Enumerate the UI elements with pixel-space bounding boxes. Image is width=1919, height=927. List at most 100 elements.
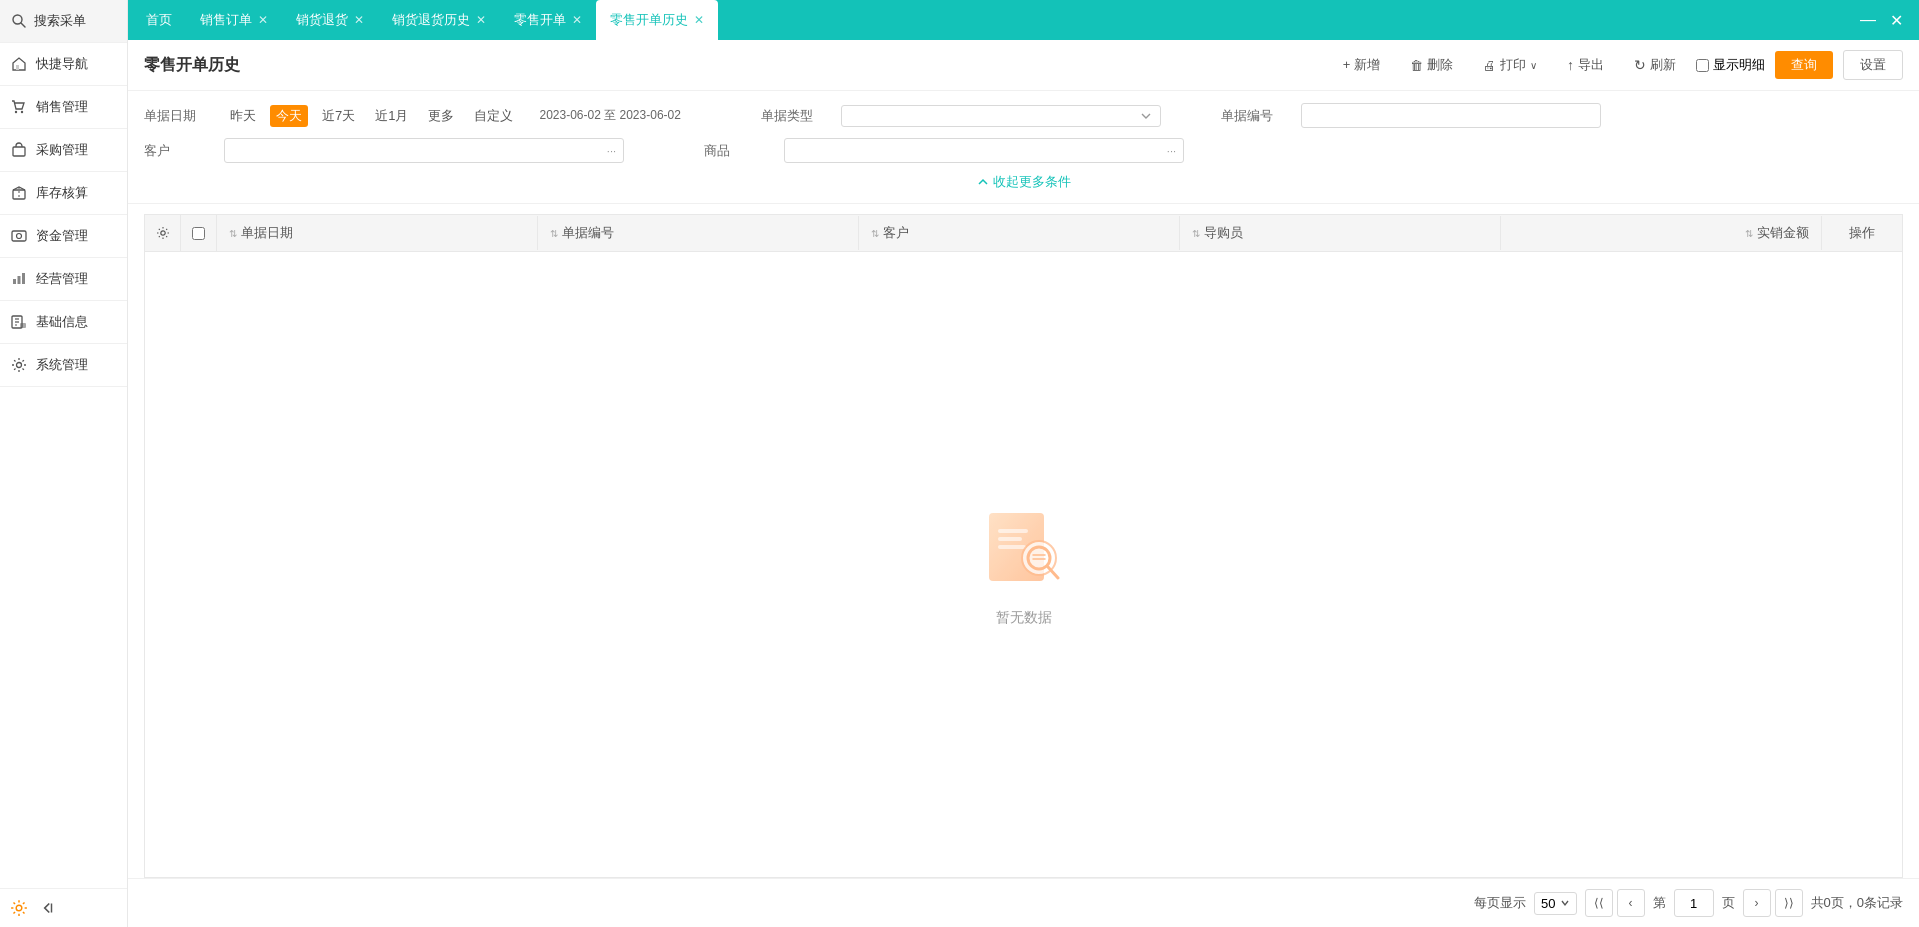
th-sort-icon: ⇅ [1745,228,1753,239]
per-page-select[interactable]: 50 [1534,892,1576,915]
filter-row-1: 单据日期 昨天 今天 近7天 近1月 更多 自定义 2023-06-02 至 2… [144,103,1903,128]
sidebar-bottom [0,888,127,927]
tab-retail-open-history[interactable]: 零售开单历史 ✕ [596,0,718,40]
date-today[interactable]: 今天 [270,105,308,127]
sidebar-item-operations[interactable]: 经营管理 [0,258,127,301]
print-icon: 🖨 [1483,58,1496,73]
sidebar-item-basic-info[interactable]: 基础信息 [0,301,127,344]
pagination: 每页显示 50 ⟨⟨ ‹ 第 页 › ⟩⟩ 共0页，0条记录 [128,878,1919,927]
per-page-value: 50 [1541,896,1555,911]
sidebar-item-inventory[interactable]: 库存核算 [0,172,127,215]
export-icon: ↑ [1567,57,1574,73]
svg-rect-17 [20,323,26,328]
sidebar: 搜索采单 快捷导航 销售管理 采购管理 库存核算 资金管理 经营管理 [0,0,128,927]
sidebar-item-quick-nav[interactable]: 快捷导航 [0,43,127,86]
svg-point-19 [16,905,22,911]
tab-sales-return[interactable]: 销货退货 ✕ [282,0,378,40]
order-type-select[interactable] [841,105,1161,127]
sidebar-item-purchase-mgmt[interactable]: 采购管理 [0,129,127,172]
chart-icon [10,270,28,288]
new-button[interactable]: + 新增 [1333,51,1390,79]
tab-close-sales-return-history[interactable]: ✕ [476,13,486,27]
window-close-btn[interactable]: ✕ [1886,7,1907,34]
customer-input-dots[interactable]: ··· [607,145,616,157]
customer-input-wrap: ··· [224,138,624,163]
product-label: 商品 [704,142,764,160]
date-last7[interactable]: 近7天 [316,105,361,127]
tab-close-sales-order[interactable]: ✕ [258,13,268,27]
sidebar-item-system-mgmt[interactable]: 系统管理 [0,344,127,387]
svg-rect-25 [998,545,1026,549]
select-all-checkbox[interactable] [192,227,205,240]
page-number-input[interactable] [1674,889,1714,917]
tab-close-retail-open[interactable]: ✕ [572,13,582,27]
page-title: 零售开单历史 [144,55,1333,76]
date-filter-label: 单据日期 [144,107,204,125]
collapse-button[interactable]: 收起更多条件 [977,173,1071,191]
last-page-btn[interactable]: ⟩⟩ [1775,889,1803,917]
table-select-all[interactable] [181,215,217,251]
home-icon [10,55,28,73]
customer-label: 客户 [144,142,204,160]
sidebar-item-label: 基础信息 [36,313,88,331]
date-custom[interactable]: 自定义 [468,105,519,127]
per-page-chevron-icon [1560,898,1570,908]
prev-page-btn[interactable]: ‹ [1617,889,1645,917]
sidebar-search[interactable]: 搜索采单 [0,0,127,43]
query-button[interactable]: 查询 [1775,51,1833,79]
th-sort-icon: ⇅ [871,228,879,239]
svg-rect-2 [16,65,19,70]
date-options: 昨天 今天 近7天 近1月 更多 自定义 [224,105,519,127]
tab-sales-order[interactable]: 销售订单 ✕ [186,0,282,40]
empty-state-icon [974,503,1074,593]
sidebar-item-finance[interactable]: 资金管理 [0,215,127,258]
page-label-end: 页 [1718,894,1739,912]
th-sort-icon: ⇅ [1192,228,1200,239]
tab-retail-open[interactable]: 零售开单 ✕ [500,0,596,40]
sidebar-item-label: 资金管理 [36,227,88,245]
collapse-sidebar-icon[interactable] [38,899,56,917]
settings-bottom-icon[interactable] [10,899,28,917]
empty-text: 暂无数据 [996,609,1052,627]
chevron-down-icon [1140,110,1152,122]
settings-button[interactable]: 设置 [1843,50,1903,80]
date-more[interactable]: 更多 [422,105,460,127]
first-page-btn[interactable]: ⟨⟨ [1585,889,1613,917]
th-amount: ⇅ 实销金额 [1501,216,1822,250]
date-yesterday[interactable]: 昨天 [224,105,262,127]
tab-bar-window-controls: — ✕ [1856,7,1915,34]
order-no-input[interactable] [1301,103,1601,128]
th-guide: ⇅ 导购员 [1180,216,1501,250]
tab-sales-return-history[interactable]: 销货退货历史 ✕ [378,0,500,40]
print-dropdown-icon: ∨ [1530,60,1537,71]
order-type-label: 单据类型 [761,107,821,125]
info-icon [10,313,28,331]
print-button[interactable]: 🖨 打印 ∨ [1473,51,1547,79]
money-icon [10,227,28,245]
svg-rect-23 [998,529,1028,533]
svg-rect-8 [12,231,26,241]
delete-button[interactable]: 🗑 删除 [1400,51,1463,79]
tab-close-retail-open-history[interactable]: ✕ [694,13,704,27]
page-label: 第 [1649,894,1670,912]
display-detail-checkbox-wrap[interactable]: 显示明细 [1696,56,1765,74]
th-sort-icon: ⇅ [550,228,558,239]
display-detail-checkbox[interactable] [1696,59,1709,72]
table-settings-btn[interactable] [145,215,181,251]
date-last-month[interactable]: 近1月 [369,105,414,127]
per-page-label: 每页显示 [1474,894,1526,912]
export-button[interactable]: ↑ 导出 [1557,51,1614,79]
svg-rect-5 [13,147,25,156]
table-header: ⇅ 单据日期 ⇅ 单据编号 ⇅ 客户 ⇅ 导购员 ⇅ 实销金额 [144,214,1903,251]
filter-collapse-area: 收起更多条件 [144,173,1903,191]
tab-close-sales-return[interactable]: ✕ [354,13,364,27]
product-input[interactable] [784,138,1184,163]
sidebar-item-sales-mgmt[interactable]: 销售管理 [0,86,127,129]
window-minimize-btn[interactable]: — [1856,7,1880,33]
product-input-dots[interactable]: ··· [1167,145,1176,157]
refresh-button[interactable]: ↻ 刷新 [1624,51,1686,79]
table-body: 暂无数据 [144,251,1903,878]
customer-input[interactable] [224,138,624,163]
tab-home[interactable]: 首页 [132,0,186,40]
next-page-btn[interactable]: › [1743,889,1771,917]
